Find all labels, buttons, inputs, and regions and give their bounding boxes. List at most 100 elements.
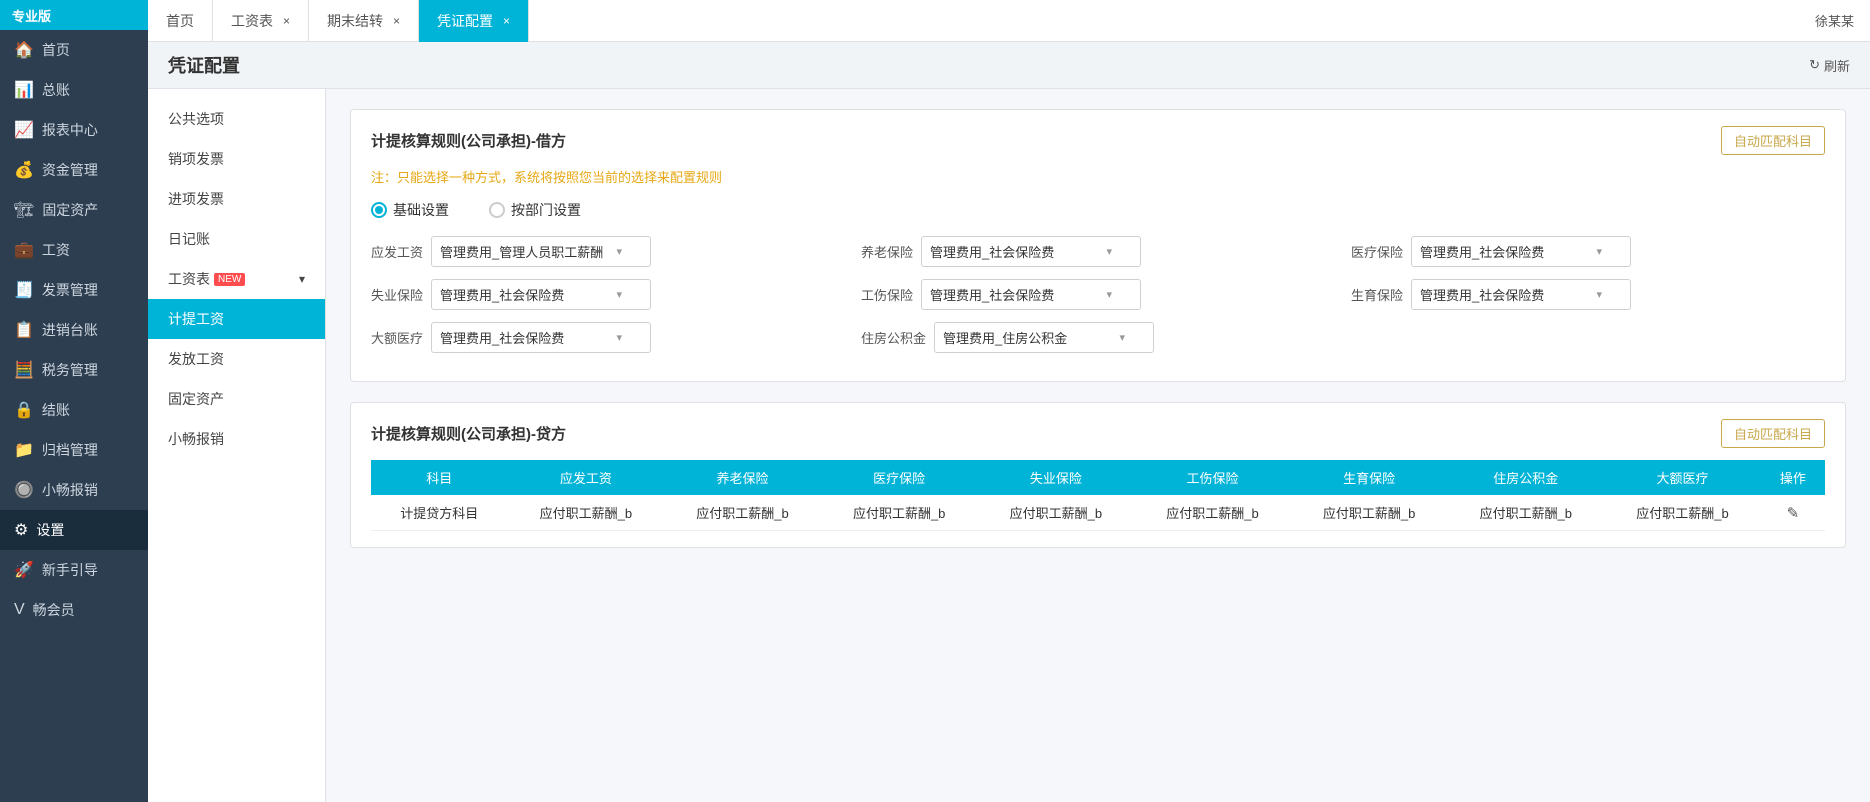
th-yingfa: 应发工资 xyxy=(508,460,665,495)
sidebar-item-general-ledger[interactable]: 📊 总账 xyxy=(0,70,148,110)
close-payroll-tab[interactable]: × xyxy=(283,14,290,28)
sidebar-item-reports[interactable]: 📈 报表中心 xyxy=(0,110,148,150)
radio-dept-label: 按部门设置 xyxy=(511,200,581,220)
left-nav-label-payroll-table: 工资表 xyxy=(168,269,210,289)
main-area: 首页 工资表 × 期末结转 × 凭证配置 × 徐某某 凭证配置 ↻ 刷新 公共选… xyxy=(148,0,1870,802)
select-yanglao-arrow: ▾ xyxy=(1106,245,1112,258)
select-gongshang-arrow: ▾ xyxy=(1106,288,1112,301)
sidebar-item-fund[interactable]: 💰 资金管理 xyxy=(0,150,148,190)
td-yiliao: 应付职工薪酬_b xyxy=(821,495,978,531)
sidebar-item-invoice[interactable]: 🧾 发票管理 xyxy=(0,270,148,310)
sidebar-label-tax: 税务管理 xyxy=(42,360,98,380)
radio-basic-circle xyxy=(371,202,387,218)
left-nav-payroll-table[interactable]: 工资表 NEW ▾ xyxy=(148,259,325,299)
tab-home[interactable]: 首页 xyxy=(148,0,213,42)
sidebar-label-reports: 报表中心 xyxy=(42,120,98,140)
left-nav-cancel-invoice[interactable]: 销项发票 xyxy=(148,139,325,179)
select-yingfa[interactable]: 管理费用_管理人员职工薪酬 ▾ xyxy=(431,236,651,267)
assets-icon: 🏗 xyxy=(14,200,34,220)
sidebar-item-settings[interactable]: ⚙ 设置 xyxy=(0,510,148,550)
left-nav-journal[interactable]: 日记账 xyxy=(148,219,325,259)
tab-payroll[interactable]: 工资表 × xyxy=(213,0,309,42)
th-op: 操作 xyxy=(1761,460,1825,495)
radio-basic[interactable]: 基础设置 xyxy=(371,200,449,220)
td-yingfa: 应付职工薪酬_b xyxy=(508,495,665,531)
tab-voucher-config-label: 凭证配置 xyxy=(437,11,493,31)
close-voucher-config-tab[interactable]: × xyxy=(503,14,510,28)
refresh-label: 刷新 xyxy=(1824,56,1850,75)
th-shiye: 失业保险 xyxy=(978,460,1135,495)
reports-icon: 📈 xyxy=(14,120,34,140)
left-nav-accrual[interactable]: 计提工资 xyxy=(148,299,325,339)
refresh-icon: ↻ xyxy=(1809,57,1820,73)
left-nav-label-accrual: 计提工资 xyxy=(168,309,224,329)
select-zhufang[interactable]: 管理费用_住房公积金 ▾ xyxy=(934,322,1154,353)
select-yiliao-value: 管理费用_社会保险费 xyxy=(1420,242,1544,261)
select-yiliao[interactable]: 管理费用_社会保险费 ▾ xyxy=(1411,236,1631,267)
sidebar-label-close: 结账 xyxy=(42,400,70,420)
left-nav-label-pay-salary: 发放工资 xyxy=(168,349,224,369)
left-nav-label-in-invoice: 进项发票 xyxy=(168,189,224,209)
debit-auto-match-button[interactable]: 自动匹配科目 xyxy=(1721,126,1825,155)
select-gongshang[interactable]: 管理费用_社会保险费 ▾ xyxy=(921,279,1141,310)
debit-section-title: 计提核算规则(公司承担)-借方 xyxy=(371,130,566,151)
label-gongshang: 工伤保险 xyxy=(861,285,913,304)
sidebar-item-mini-expense[interactable]: 🔘 小畅报销 xyxy=(0,470,148,510)
radio-dept-circle xyxy=(489,202,505,218)
left-nav-public[interactable]: 公共选项 xyxy=(148,99,325,139)
left-nav-label-journal: 日记账 xyxy=(168,229,210,249)
th-zhufang: 住房公积金 xyxy=(1447,460,1604,495)
sidebar-item-guide[interactable]: 🚀 新手引导 xyxy=(0,550,148,590)
sidebar-label-invoice: 发票管理 xyxy=(42,280,98,300)
close-period-end-tab[interactable]: × xyxy=(393,14,400,28)
credit-section-title: 计提核算规则(公司承担)-贷方 xyxy=(371,423,566,444)
tab-period-end[interactable]: 期末结转 × xyxy=(309,0,419,42)
sidebar-item-close[interactable]: 🔒 结账 xyxy=(0,390,148,430)
sidebar-item-sales-ledger[interactable]: 📋 进销台账 xyxy=(0,310,148,350)
close-accounts-icon: 🔒 xyxy=(14,400,34,420)
sidebar: 专业版 🏠 首页 📊 总账 📈 报表中心 💰 资金管理 🏗 固定资产 💼 工资 … xyxy=(0,0,148,802)
label-yingfa: 应发工资 xyxy=(371,242,423,261)
archive-icon: 📁 xyxy=(14,440,34,460)
left-nav-fixed-assets[interactable]: 固定资产 xyxy=(148,379,325,419)
refresh-button[interactable]: ↻ 刷新 xyxy=(1809,56,1850,75)
salary-icon: 💼 xyxy=(14,240,34,260)
main-panel: 计提核算规则(公司承担)-借方 自动匹配科目 注：只能选择一种方式，系统将按照您… xyxy=(326,89,1870,802)
select-shiye[interactable]: 管理费用_社会保险费 ▾ xyxy=(431,279,651,310)
select-shengyu[interactable]: 管理费用_社会保险费 ▾ xyxy=(1411,279,1631,310)
home-icon: 🏠 xyxy=(14,40,34,60)
fund-icon: 💰 xyxy=(14,160,34,180)
radio-basic-label: 基础设置 xyxy=(393,200,449,220)
debit-field-zhufang: 住房公积金 管理费用_住房公积金 ▾ xyxy=(861,322,1335,353)
credit-auto-match-button[interactable]: 自动匹配科目 xyxy=(1721,419,1825,448)
sidebar-item-fixed-assets[interactable]: 🏗 固定资产 xyxy=(0,190,148,230)
debit-field-gongshang: 工伤保险 管理费用_社会保险费 ▾ xyxy=(861,279,1335,310)
td-dae: 应付职工薪酬_b xyxy=(1604,495,1761,531)
sidebar-label-salary: 工资 xyxy=(42,240,70,260)
debit-field-dae: 大额医疗 管理费用_社会保险费 ▾ xyxy=(371,322,845,353)
select-dae[interactable]: 管理费用_社会保险费 ▾ xyxy=(431,322,651,353)
sales-icon: 📋 xyxy=(14,320,34,340)
user-name: 徐某某 xyxy=(1815,11,1854,30)
sidebar-label-general-ledger: 总账 xyxy=(42,80,70,100)
sidebar-item-member[interactable]: V 畅会员 xyxy=(0,590,148,630)
credit-table: 科目 应发工资 养老保险 医疗保险 失业保险 工伤保险 生育保险 住房公积金 大… xyxy=(371,460,1825,531)
radio-dept[interactable]: 按部门设置 xyxy=(489,200,581,220)
new-badge: NEW xyxy=(214,273,245,286)
th-gongshang: 工伤保险 xyxy=(1134,460,1291,495)
select-yanglao[interactable]: 管理费用_社会保险费 ▾ xyxy=(921,236,1141,267)
label-yanglao: 养老保险 xyxy=(861,242,913,261)
sidebar-item-home[interactable]: 🏠 首页 xyxy=(0,30,148,70)
left-nav-mini-expense[interactable]: 小畅报销 xyxy=(148,419,325,459)
sidebar-item-salary[interactable]: 💼 工资 xyxy=(0,230,148,270)
td-shengyu: 应付职工薪酬_b xyxy=(1291,495,1448,531)
sidebar-item-tax[interactable]: 🧮 税务管理 xyxy=(0,350,148,390)
edit-icon[interactable]: ✎ xyxy=(1787,505,1800,522)
select-shiye-value: 管理费用_社会保险费 xyxy=(440,285,564,304)
sidebar-item-archive[interactable]: 📁 归档管理 xyxy=(0,430,148,470)
left-nav-pay-salary[interactable]: 发放工资 xyxy=(148,339,325,379)
tab-voucher-config[interactable]: 凭证配置 × xyxy=(419,0,529,42)
left-nav-in-invoice[interactable]: 进项发票 xyxy=(148,179,325,219)
td-op[interactable]: ✎ xyxy=(1761,495,1825,531)
label-shiye: 失业保险 xyxy=(371,285,423,304)
